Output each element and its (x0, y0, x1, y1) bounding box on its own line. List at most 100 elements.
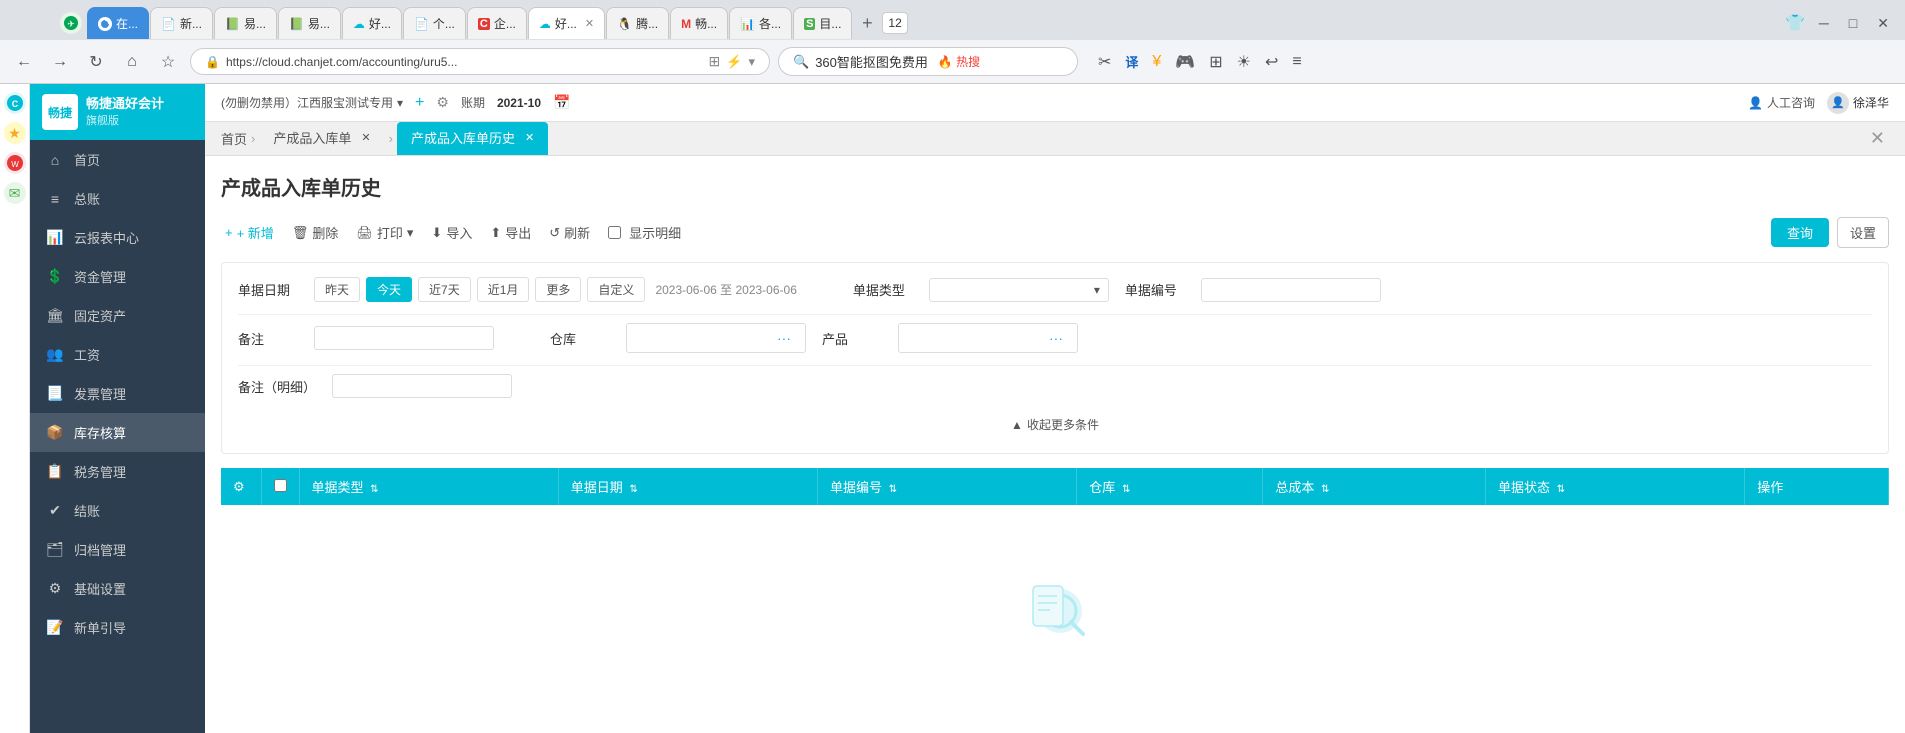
date-btn-7days[interactable]: 近7天 (418, 277, 471, 302)
user-menu[interactable]: 👤 徐泽华 (1827, 92, 1889, 114)
sidebar-item-home[interactable]: ⌂ 首页 (30, 140, 205, 179)
refresh-button[interactable]: ↻ (82, 48, 110, 76)
refresh-button[interactable]: ↺ 刷新 (545, 221, 594, 244)
home-nav-button[interactable]: ⌂ (118, 48, 146, 76)
th-cost[interactable]: 总成本 ⇅ (1263, 468, 1486, 505)
warehouse-filter-select[interactable]: ··· (626, 323, 806, 353)
browser-icon[interactable]: ✈ (60, 12, 82, 34)
url-bar[interactable]: 🔒 https://cloud.chanjet.com/accounting/u… (190, 48, 770, 75)
sort-type-icon[interactable]: ⇅ (370, 484, 378, 495)
sidebar-item-settings[interactable]: ⚙ 基础设置 (30, 569, 205, 608)
column-settings-icon[interactable]: ⚙ (233, 479, 245, 494)
tab-3[interactable]: 📗 易... (214, 7, 277, 39)
sort-cost-icon[interactable]: ⇅ (1321, 484, 1329, 495)
sort-warehouse-icon[interactable]: ⇅ (1122, 484, 1130, 495)
type-filter-select[interactable]: ▾ (929, 278, 1109, 302)
number-filter-input[interactable] (1201, 278, 1381, 302)
user-service-button[interactable]: 👤 人工咨询 (1748, 94, 1815, 111)
tab-doc-list[interactable]: 产成品入库单 ✕ (259, 122, 384, 155)
select-all-checkbox[interactable] (274, 479, 287, 492)
sidebar-item-invoice[interactable]: 📃 发票管理 (30, 374, 205, 413)
sidebar-item-payroll[interactable]: 👥 工资 (30, 335, 205, 374)
tab-9[interactable]: 🐧 腾... (606, 7, 669, 39)
th-number[interactable]: 单据编号 ⇅ (818, 468, 1077, 505)
calendar-icon[interactable]: 📅 (553, 94, 570, 111)
th-type[interactable]: 单据类型 ⇅ (299, 468, 558, 505)
print-button[interactable]: 🖨 打印 ▾ (352, 221, 417, 244)
company-selector[interactable]: (勿删勿禁用）江西服宝测试专用 ▾ (221, 94, 403, 111)
panel-close-button[interactable]: ✕ (1866, 124, 1889, 153)
tab-7[interactable]: C 企... (467, 7, 527, 39)
add-company-button[interactable]: + (415, 94, 424, 112)
tab-12[interactable]: S 目... (793, 7, 852, 39)
sidebar-item-tax[interactable]: 📋 税务管理 (30, 452, 205, 491)
minimize-button[interactable]: ─ (1813, 13, 1835, 33)
tab-doc-history[interactable]: 产成品入库单历史 ✕ (397, 122, 548, 155)
translate-icon[interactable]: 译 (1121, 50, 1142, 73)
tab-8[interactable]: ☁ 好... ✕ (528, 7, 605, 39)
date-btn-1month[interactable]: 近1月 (477, 277, 530, 302)
query-button[interactable]: 查询 (1771, 218, 1829, 247)
date-btn-more[interactable]: 更多 (535, 277, 581, 302)
tab-close-8[interactable]: ✕ (585, 17, 594, 30)
breadcrumb-home[interactable]: 首页 (221, 129, 247, 148)
sidebar-item-inventory[interactable]: 📦 库存核算 (30, 413, 205, 452)
th-checkbox[interactable] (261, 468, 299, 505)
tab-4[interactable]: 📗 易... (278, 7, 341, 39)
more-icon[interactable]: ≡ (1288, 51, 1305, 73)
chanjet-app-icon[interactable]: C (4, 92, 26, 114)
search-bar[interactable]: 🔍 360智能抠图免费用 🔥 热搜 (778, 47, 1078, 76)
mail-app-icon[interactable]: ✉ (4, 182, 26, 204)
sidebar-item-new-doc[interactable]: 📝 新单引导 (30, 608, 205, 647)
show-cols-toggle[interactable]: 显示明细 (604, 221, 685, 244)
back-button[interactable]: ← (10, 48, 38, 76)
date-btn-yesterday[interactable]: 昨天 (314, 277, 360, 302)
date-btn-today[interactable]: 今天 (366, 277, 412, 302)
sidebar-item-ledger[interactable]: ≡ 总账 (30, 179, 205, 218)
tab-10[interactable]: M 畅... (670, 7, 728, 39)
scissors-icon[interactable]: ✂ (1094, 50, 1115, 74)
import-button[interactable]: ⬇ 导入 (427, 221, 476, 244)
delete-button[interactable]: 🗑 删除 (288, 221, 343, 244)
url-dropdown-icon[interactable]: ▾ (748, 54, 755, 70)
game-icon[interactable]: 🎮 (1171, 50, 1199, 74)
yen-icon[interactable]: ¥ (1148, 51, 1165, 73)
bookmark-button[interactable]: ☆ (154, 48, 182, 76)
company-settings-icon[interactable]: ⚙ (436, 94, 449, 111)
add-button[interactable]: + + 新增 (221, 221, 278, 244)
sidebar-item-report[interactable]: 📊 云报表中心 (30, 218, 205, 257)
tab-5[interactable]: ☁ 好... (342, 7, 402, 39)
tab-6[interactable]: 📄 个... (403, 7, 466, 39)
export-button[interactable]: ⬆ 导出 (486, 221, 535, 244)
show-cols-checkbox[interactable] (608, 226, 621, 239)
close-button[interactable]: ✕ (1871, 13, 1895, 34)
star-app-icon[interactable]: ★ (4, 122, 26, 144)
weibo-app-icon[interactable]: W (4, 152, 26, 174)
detail-remark-input[interactable] (332, 374, 512, 398)
tab-history-close[interactable]: ✕ (525, 131, 534, 144)
filter-settings-button[interactable]: 设置 (1837, 217, 1889, 248)
th-status[interactable]: 单据状态 ⇅ (1485, 468, 1744, 505)
remark-filter-input[interactable] (314, 326, 494, 350)
collapse-button[interactable]: ▲ 收起更多条件 (1011, 410, 1099, 439)
tab-1[interactable]: 在... (87, 7, 149, 39)
sidebar-item-checkout[interactable]: ✔ 结账 (30, 491, 205, 530)
sort-status-icon[interactable]: ⇅ (1557, 484, 1565, 495)
sidebar-item-fixed[interactable]: 🏛 固定资产 (30, 296, 205, 335)
tab-2[interactable]: 📄 新... (150, 7, 213, 39)
warehouse-ellipsis-btn[interactable]: ··· (771, 328, 797, 348)
sidebar-item-archive[interactable]: 🗂 归档管理 (30, 530, 205, 569)
maximize-button[interactable]: □ (1843, 13, 1863, 33)
sidebar-item-capital[interactable]: 💲 资金管理 (30, 257, 205, 296)
th-warehouse[interactable]: 仓库 ⇅ (1077, 468, 1263, 505)
new-tab-button[interactable]: + (853, 9, 881, 37)
forward-button[interactable]: → (46, 48, 74, 76)
th-settings[interactable]: ⚙ (221, 468, 261, 505)
tab-11[interactable]: 📊 各... (729, 7, 792, 39)
grid-view-icon[interactable]: ⊞ (1205, 50, 1226, 74)
tab-list-close[interactable]: ✕ (361, 131, 370, 144)
sort-date-icon[interactable]: ⇅ (629, 484, 637, 495)
date-btn-custom[interactable]: 自定义 (587, 277, 645, 302)
undo-icon[interactable]: ↩ (1261, 50, 1282, 74)
sort-number-icon[interactable]: ⇅ (889, 484, 897, 495)
